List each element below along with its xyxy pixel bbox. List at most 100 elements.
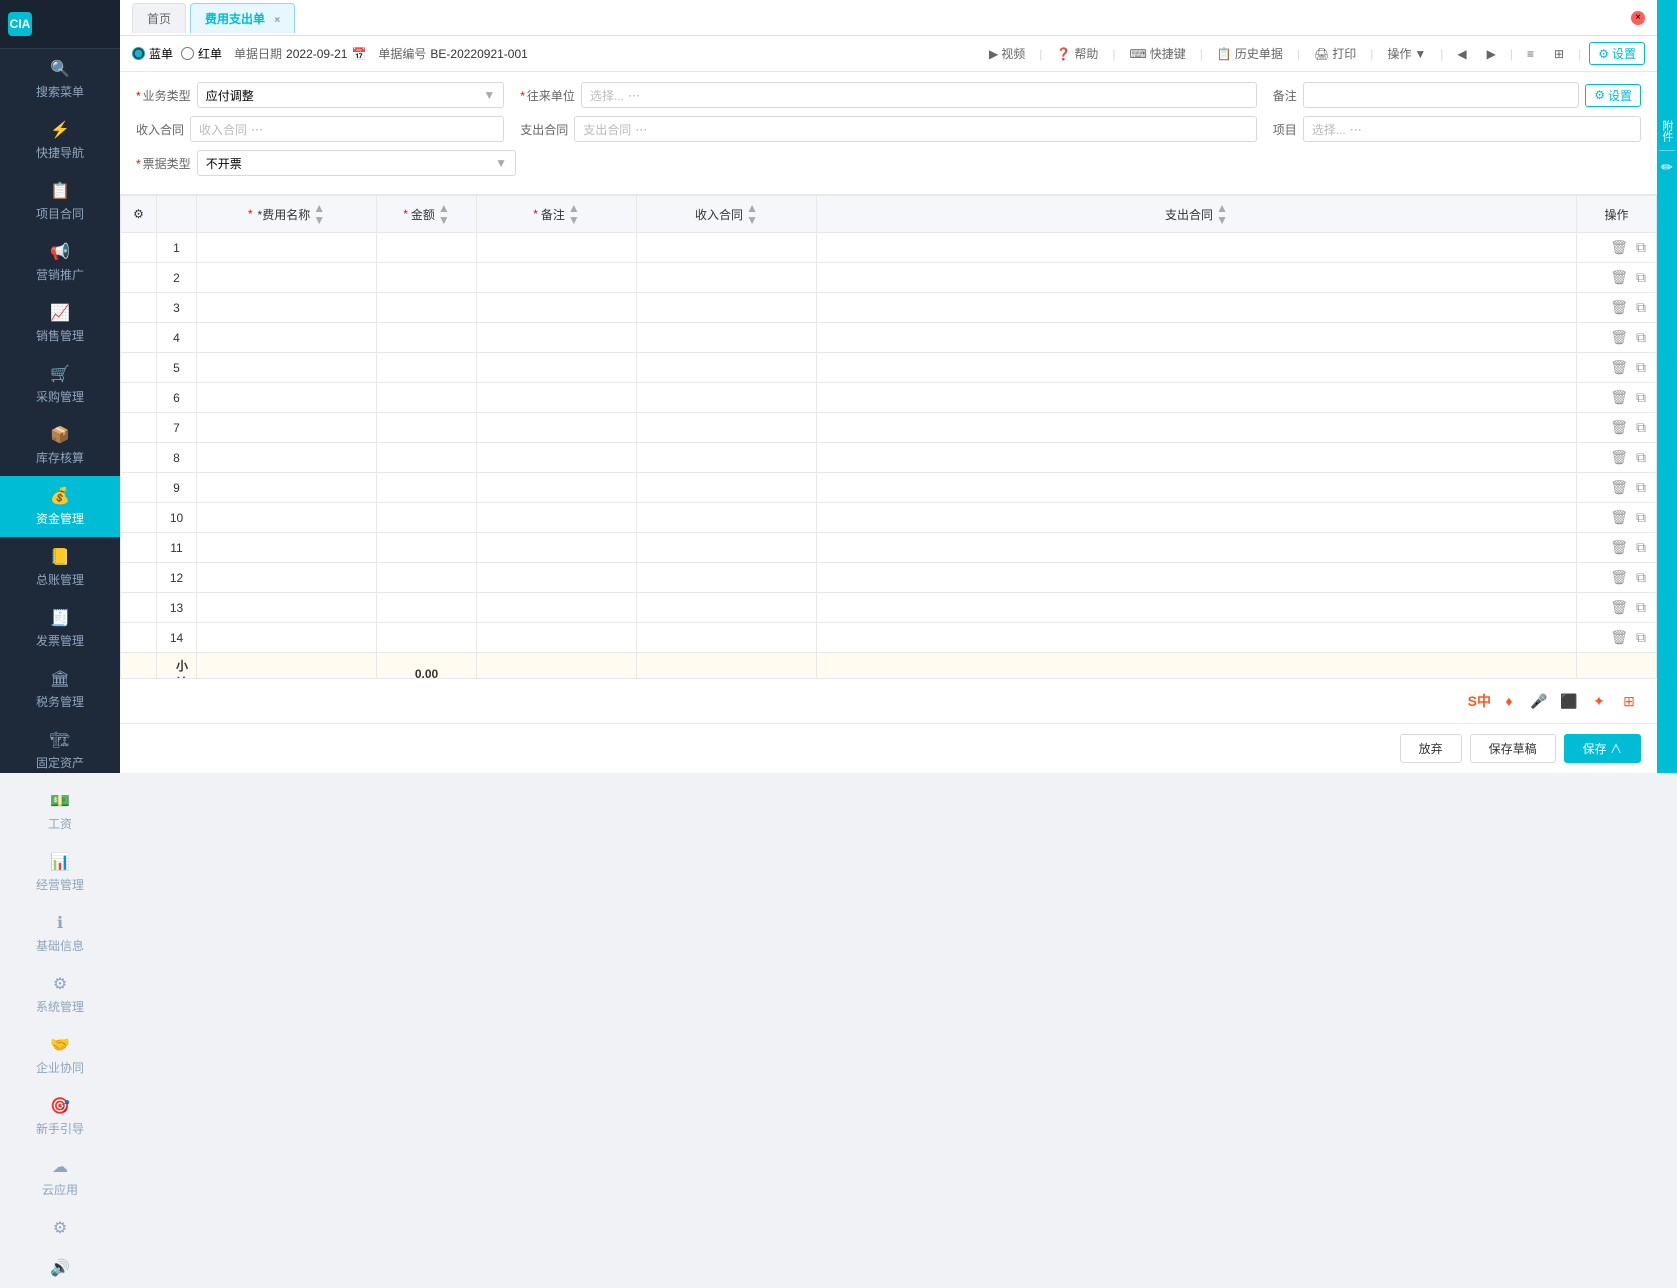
sidebar-item-project-contract[interactable]: 📋 项目合同: [0, 171, 120, 232]
radio-red-label[interactable]: 红单: [181, 45, 222, 62]
discard-button[interactable]: 放弃: [1400, 734, 1462, 763]
th-note[interactable]: * 备注 ▲▼: [477, 196, 637, 233]
copy-btn[interactable]: ⧉: [1634, 567, 1648, 588]
note-input[interactable]: [1303, 82, 1579, 108]
radio-blue-label[interactable]: 蓝单: [132, 45, 173, 62]
delete-btn[interactable]: 🗑: [1608, 597, 1630, 618]
expense-contract-select[interactable]: 支出合同 ···: [574, 116, 1256, 142]
tab-close-icon[interactable]: ×: [274, 15, 280, 26]
delete-btn[interactable]: 🗑: [1608, 447, 1630, 468]
delete-btn[interactable]: 🗑: [1608, 567, 1630, 588]
copy-btn[interactable]: ⧉: [1634, 627, 1648, 648]
delete-btn[interactable]: 🗑: [1608, 627, 1630, 648]
radio-group: 蓝单 红单: [132, 45, 222, 62]
copy-btn[interactable]: ⧉: [1634, 357, 1648, 378]
income-contract-select[interactable]: 收入合同 ···: [190, 116, 504, 142]
save-button[interactable]: 保存 ∧: [1564, 734, 1641, 763]
sidebar-item-new-guide[interactable]: 🎯 新手引导: [0, 1086, 120, 1147]
sidebar-item-invoice[interactable]: 🧾 发票管理: [0, 598, 120, 659]
sidebar-sound[interactable]: 🔊: [0, 1248, 120, 1288]
delete-btn[interactable]: 🗑: [1608, 477, 1630, 498]
sidebar-item-search[interactable]: 🔍 搜索菜单: [0, 49, 120, 110]
delete-btn[interactable]: 🗑: [1608, 297, 1630, 318]
tab-home[interactable]: 首页: [132, 3, 186, 33]
copy-btn[interactable]: ⧉: [1634, 537, 1648, 558]
delete-btn[interactable]: 🗑: [1608, 327, 1630, 348]
view-grid-btn[interactable]: ⊞: [1548, 45, 1570, 63]
right-panel-edit-icon[interactable]: ✏: [1661, 159, 1673, 176]
counterpart-ellipsis[interactable]: ···: [628, 88, 640, 102]
sidebar-item-fund[interactable]: 💰 资金管理: [0, 476, 120, 537]
operate-btn[interactable]: 操作 ▼: [1381, 43, 1432, 64]
copy-btn[interactable]: ⧉: [1634, 477, 1648, 498]
business-type-select[interactable]: 应付调整 ▼: [197, 82, 505, 108]
th-settings[interactable]: ⚙: [121, 196, 157, 233]
delete-btn[interactable]: 🗑: [1608, 267, 1630, 288]
star-btn[interactable]: ✦: [1587, 689, 1611, 713]
delete-btn[interactable]: 🗑: [1608, 417, 1630, 438]
sidebar-item-fixed-assets[interactable]: 🏗 固定资产: [0, 720, 120, 781]
grid-btn[interactable]: ⊞: [1617, 689, 1641, 713]
bottom-bar: S中 ♦ 🎤 ⬛ ✦ ⊞: [120, 678, 1657, 723]
th-expense-name[interactable]: * *费用名称 ▲▼: [197, 196, 377, 233]
settings-btn-right[interactable]: ⚙ 设置: [1585, 84, 1641, 107]
copy-btn[interactable]: ⧉: [1634, 267, 1648, 288]
sidebar-item-inventory[interactable]: 📦 库存核算: [0, 415, 120, 476]
income-contract-ellipsis[interactable]: ···: [251, 122, 263, 136]
copy-btn[interactable]: ⧉: [1634, 327, 1648, 348]
sidebar-settings[interactable]: ⚙: [0, 1208, 120, 1248]
sidebar-item-quick-nav[interactable]: ⚡ 快捷导航: [0, 110, 120, 171]
delete-btn[interactable]: 🗑: [1608, 357, 1630, 378]
print-btn[interactable]: 🖨 打印: [1308, 43, 1362, 64]
copy-btn[interactable]: ⧉: [1634, 507, 1648, 528]
sidebar-item-purchase[interactable]: 🛒 采购管理: [0, 354, 120, 415]
radio-blue[interactable]: [132, 47, 145, 60]
project-select[interactable]: 选择... ···: [1303, 116, 1641, 142]
mic-btn[interactable]: 🎤: [1527, 689, 1551, 713]
sidebar-item-operations[interactable]: 📊 经营管理: [0, 842, 120, 903]
shortcut-btn[interactable]: ⌨ 快捷键: [1123, 43, 1191, 64]
copy-btn[interactable]: ⧉: [1634, 387, 1648, 408]
settings-btn[interactable]: ⚙ 设置: [1589, 42, 1645, 65]
view-list-btn[interactable]: ≡: [1521, 45, 1540, 63]
radio-red[interactable]: [181, 47, 194, 60]
sidebar-item-sales[interactable]: 📈 销售管理: [0, 293, 120, 354]
help-btn[interactable]: ❓ 帮助: [1050, 43, 1104, 64]
delete-btn[interactable]: 🗑: [1608, 507, 1630, 528]
invoice-type-select[interactable]: 不开票 ▼: [197, 150, 516, 176]
th-amount[interactable]: * 金额 ▲▼: [377, 196, 477, 233]
copy-btn[interactable]: ⧉: [1634, 417, 1648, 438]
sidebar-item-tax[interactable]: 🏛 税务管理: [0, 659, 120, 720]
counterpart-select[interactable]: 选择... ···: [581, 82, 1257, 108]
delete-btn[interactable]: 🗑: [1608, 237, 1630, 258]
project-ellipsis[interactable]: ···: [1350, 122, 1362, 136]
th-expense-contract[interactable]: 支出合同 ▲▼: [817, 196, 1577, 233]
sidebar-item-basic-info[interactable]: ℹ 基础信息: [0, 903, 120, 964]
sidebar-item-payroll[interactable]: 💵 工资: [0, 781, 120, 842]
diamond-btn[interactable]: ♦: [1497, 689, 1521, 713]
calendar-icon[interactable]: 📅: [351, 47, 366, 61]
sidebar-item-enterprise[interactable]: 🤝 企业协同: [0, 1025, 120, 1086]
nav-prev-btn[interactable]: ◀: [1451, 45, 1472, 63]
window-close-btn[interactable]: ×: [1631, 11, 1645, 25]
expense-contract-ellipsis[interactable]: ···: [635, 122, 647, 136]
history-btn[interactable]: 📋 历史单据: [1211, 43, 1289, 64]
copy-btn[interactable]: ⧉: [1634, 237, 1648, 258]
nav-next-btn[interactable]: ▶: [1481, 45, 1502, 63]
copy-btn[interactable]: ⧉: [1634, 297, 1648, 318]
table-row: 10 🗑 ⧉: [121, 503, 1657, 533]
sidebar-item-marketing[interactable]: 📢 营销推广: [0, 232, 120, 293]
sidebar-item-cloud-app[interactable]: ☁ 云应用: [0, 1147, 120, 1208]
sidebar-item-sys-mgmt[interactable]: ⚙ 系统管理: [0, 964, 120, 1025]
delete-btn[interactable]: 🗑: [1608, 537, 1630, 558]
delete-btn[interactable]: 🗑: [1608, 387, 1630, 408]
attachment-btn[interactable]: 附件: [1659, 120, 1675, 142]
tab-expense[interactable]: 费用支出单 ×: [190, 3, 295, 33]
copy-btn[interactable]: ⧉: [1634, 447, 1648, 468]
save-draft-button[interactable]: 保存草稿: [1470, 734, 1556, 763]
sidebar-item-ledger[interactable]: 📒 总账管理: [0, 537, 120, 598]
video-btn[interactable]: ▶ 视频: [983, 43, 1031, 64]
th-income-contract[interactable]: 收入合同 ▲▼: [637, 196, 817, 233]
square-btn[interactable]: ⬛: [1557, 689, 1581, 713]
copy-btn[interactable]: ⧉: [1634, 597, 1648, 618]
